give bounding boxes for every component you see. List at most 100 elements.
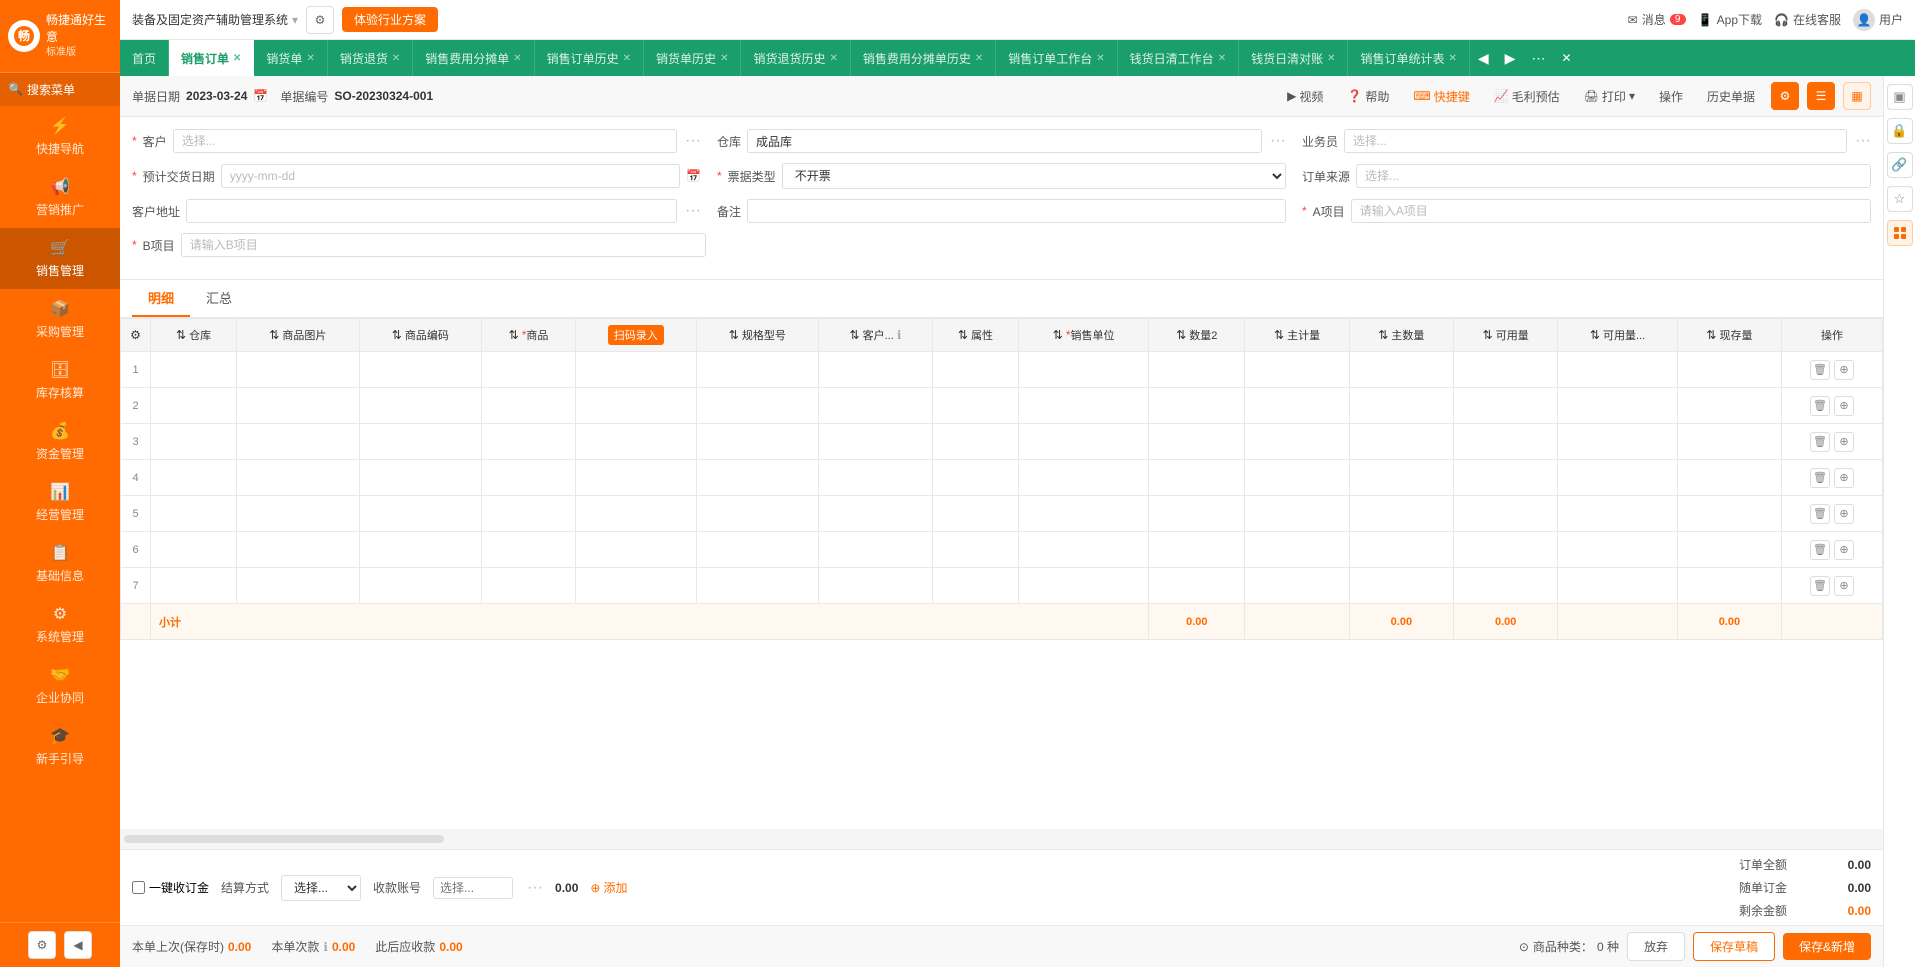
tab-summary[interactable]: 汇总 — [190, 280, 248, 317]
tab-return-history-close[interactable]: ✕ — [829, 53, 837, 64]
row-main-qty[interactable] — [1349, 352, 1453, 388]
copy-row-btn[interactable]: ⊕ — [1834, 468, 1854, 488]
row-customer-code[interactable] — [819, 352, 933, 388]
customer-input[interactable] — [173, 129, 677, 153]
salesperson-more-btn[interactable]: ··· — [1855, 132, 1871, 150]
tab-order-workbench[interactable]: 销售订单工作台 ✕ — [996, 40, 1117, 76]
tab-daily-clear-workbench[interactable]: 钱货日清工作台 ✕ — [1118, 40, 1239, 76]
row-attr[interactable] — [932, 352, 1018, 388]
sort-icon[interactable]: ⇅ — [1053, 328, 1063, 342]
tab-close-all-btn[interactable]: ✕ — [1553, 40, 1579, 76]
row-unit[interactable] — [1018, 352, 1148, 388]
tab-sales-order[interactable]: 销售订单 ✕ — [169, 40, 254, 76]
account-more-btn[interactable]: ··· — [527, 879, 543, 897]
tab-order-stats-close[interactable]: ✕ — [1449, 53, 1457, 64]
payment-method-select[interactable]: 选择... — [281, 875, 361, 901]
sidebar-item-purchase[interactable]: 📦 采购管理 — [0, 289, 120, 350]
sort-icon[interactable]: ⇅ — [1176, 328, 1186, 342]
sort-icon[interactable]: ⇅ — [1274, 328, 1284, 342]
row-code[interactable] — [359, 352, 481, 388]
card-view-btn[interactable]: ▦ — [1843, 82, 1871, 110]
sidebar-item-sales[interactable]: 🛒 销售管理 — [0, 228, 120, 289]
sort-icon[interactable]: ⇅ — [509, 328, 519, 342]
topbar-settings-btn[interactable]: ⚙ — [306, 6, 334, 34]
print-btn[interactable]: 🖨 打印 ▾ — [1576, 85, 1643, 108]
sidebar-item-finance[interactable]: 💰 资金管理 — [0, 411, 120, 472]
salesperson-input[interactable] — [1344, 129, 1847, 153]
tab-sales-return-close[interactable]: ✕ — [392, 53, 400, 64]
col-settings[interactable]: ⚙ — [121, 319, 151, 352]
online-service-btn[interactable]: 🎧 在线客服 — [1774, 11, 1841, 28]
sidebar-item-enterprise[interactable]: 🤝 企业协同 — [0, 655, 120, 716]
copy-row-btn[interactable]: ⊕ — [1834, 576, 1854, 596]
info-icon[interactable]: ℹ — [897, 328, 902, 342]
shortcut-btn[interactable]: ⌨ 快捷键 — [1405, 85, 1477, 108]
sort-icon[interactable]: ⇅ — [176, 328, 186, 342]
warehouse-more-btn[interactable]: ··· — [1270, 132, 1286, 150]
info-icon-debit[interactable]: ℹ — [323, 940, 328, 954]
sort-icon[interactable]: ⇅ — [958, 328, 968, 342]
sidebar-item-inventory[interactable]: 🗄 库存核算 — [0, 350, 120, 411]
delete-row-btn[interactable]: 🗑 — [1810, 468, 1830, 488]
a-project-input[interactable] — [1351, 199, 1871, 223]
profit-btn[interactable]: 📈 毛利预估 — [1486, 85, 1568, 108]
copy-row-btn[interactable]: ⊕ — [1834, 360, 1854, 380]
sidebar-item-newbie[interactable]: 🎓 新手引导 — [0, 716, 120, 777]
delete-row-btn[interactable]: 🗑 — [1810, 576, 1830, 596]
sort-icon[interactable]: ⇅ — [849, 328, 859, 342]
row-warehouse[interactable] — [151, 352, 237, 388]
delivery-date-input[interactable] — [221, 164, 680, 188]
copy-row-btn[interactable]: ⊕ — [1834, 504, 1854, 524]
save-draft-btn[interactable]: 保存草稿 — [1693, 932, 1775, 961]
sidebar-settings-btn[interactable]: ⚙ — [28, 931, 56, 959]
b-project-input[interactable] — [181, 233, 706, 257]
system-title-dropdown-icon[interactable]: ▾ — [292, 13, 298, 27]
remark-input[interactable] — [747, 199, 1286, 223]
tab-return-history[interactable]: 销货退货历史 ✕ — [741, 40, 850, 76]
tab-sales-history-close[interactable]: ✕ — [623, 53, 631, 64]
h-scrollbar[interactable] — [124, 835, 444, 843]
sidebar-item-marketing[interactable]: 📢 营销推广 — [0, 167, 120, 228]
sidebar-item-operations[interactable]: 📊 经营管理 — [0, 472, 120, 533]
copy-row-btn[interactable]: ⊕ — [1834, 432, 1854, 452]
delete-row-btn[interactable]: 🗑 — [1810, 396, 1830, 416]
row-product[interactable] — [482, 352, 576, 388]
settings-action-btn[interactable]: ⚙ — [1771, 82, 1799, 110]
calendar-icon[interactable]: 📅 — [253, 89, 268, 103]
scan-btn[interactable]: 扫码录入 — [608, 325, 664, 345]
operation-btn[interactable]: 操作 — [1651, 85, 1691, 108]
help-btn[interactable]: ❓ 帮助 — [1339, 85, 1397, 108]
message-btn[interactable]: ✉ 消息 9 — [1628, 11, 1686, 28]
sidebar-item-shortcut[interactable]: ⚡ 快捷导航 — [0, 106, 120, 167]
tab-fee-history-close[interactable]: ✕ — [975, 53, 983, 64]
tab-sales-invoice-close[interactable]: ✕ — [306, 53, 314, 64]
tab-sales-invoice[interactable]: 销货单 ✕ — [254, 40, 327, 76]
sort-icon[interactable]: ⇅ — [1706, 328, 1716, 342]
save-new-btn[interactable]: 保存&新增 — [1783, 933, 1871, 960]
sort-icon[interactable]: ⇅ — [1483, 328, 1493, 342]
sort-icon[interactable]: ⇅ — [269, 328, 279, 342]
right-panel-btn-5[interactable] — [1887, 220, 1913, 246]
discard-btn[interactable]: 放弃 — [1627, 932, 1685, 961]
tab-invoice-history-close[interactable]: ✕ — [720, 53, 728, 64]
tab-prev-btn[interactable]: ◀ — [1470, 40, 1497, 76]
one-click-checkout-input[interactable] — [132, 881, 145, 894]
invoice-type-select[interactable]: 不开票 增值税普通发票 增值税专用发票 — [782, 163, 1286, 189]
address-more-btn[interactable]: ··· — [685, 202, 701, 220]
row-qty2[interactable] — [1149, 352, 1245, 388]
copy-row-btn[interactable]: ⊕ — [1834, 396, 1854, 416]
customer-address-input[interactable] — [186, 199, 677, 223]
copy-row-btn[interactable]: ⊕ — [1834, 540, 1854, 560]
tab-invoice-history[interactable]: 销货单历史 ✕ — [644, 40, 741, 76]
tab-daily-reconcile[interactable]: 钱货日清对账 ✕ — [1239, 40, 1348, 76]
delete-row-btn[interactable]: 🗑 — [1810, 360, 1830, 380]
sort-icon[interactable]: ⇅ — [1378, 328, 1388, 342]
delete-row-btn[interactable]: 🗑 — [1810, 432, 1830, 452]
account-input[interactable] — [433, 877, 513, 899]
sort-icon[interactable]: ⇅ — [1590, 328, 1600, 342]
history-btn[interactable]: 历史单据 — [1699, 85, 1763, 108]
tab-detail[interactable]: 明细 — [132, 280, 190, 317]
add-payment-btn[interactable]: ⊕ 添加 — [590, 879, 627, 896]
sort-icon[interactable]: ⇅ — [729, 328, 739, 342]
delete-row-btn[interactable]: 🗑 — [1810, 504, 1830, 524]
